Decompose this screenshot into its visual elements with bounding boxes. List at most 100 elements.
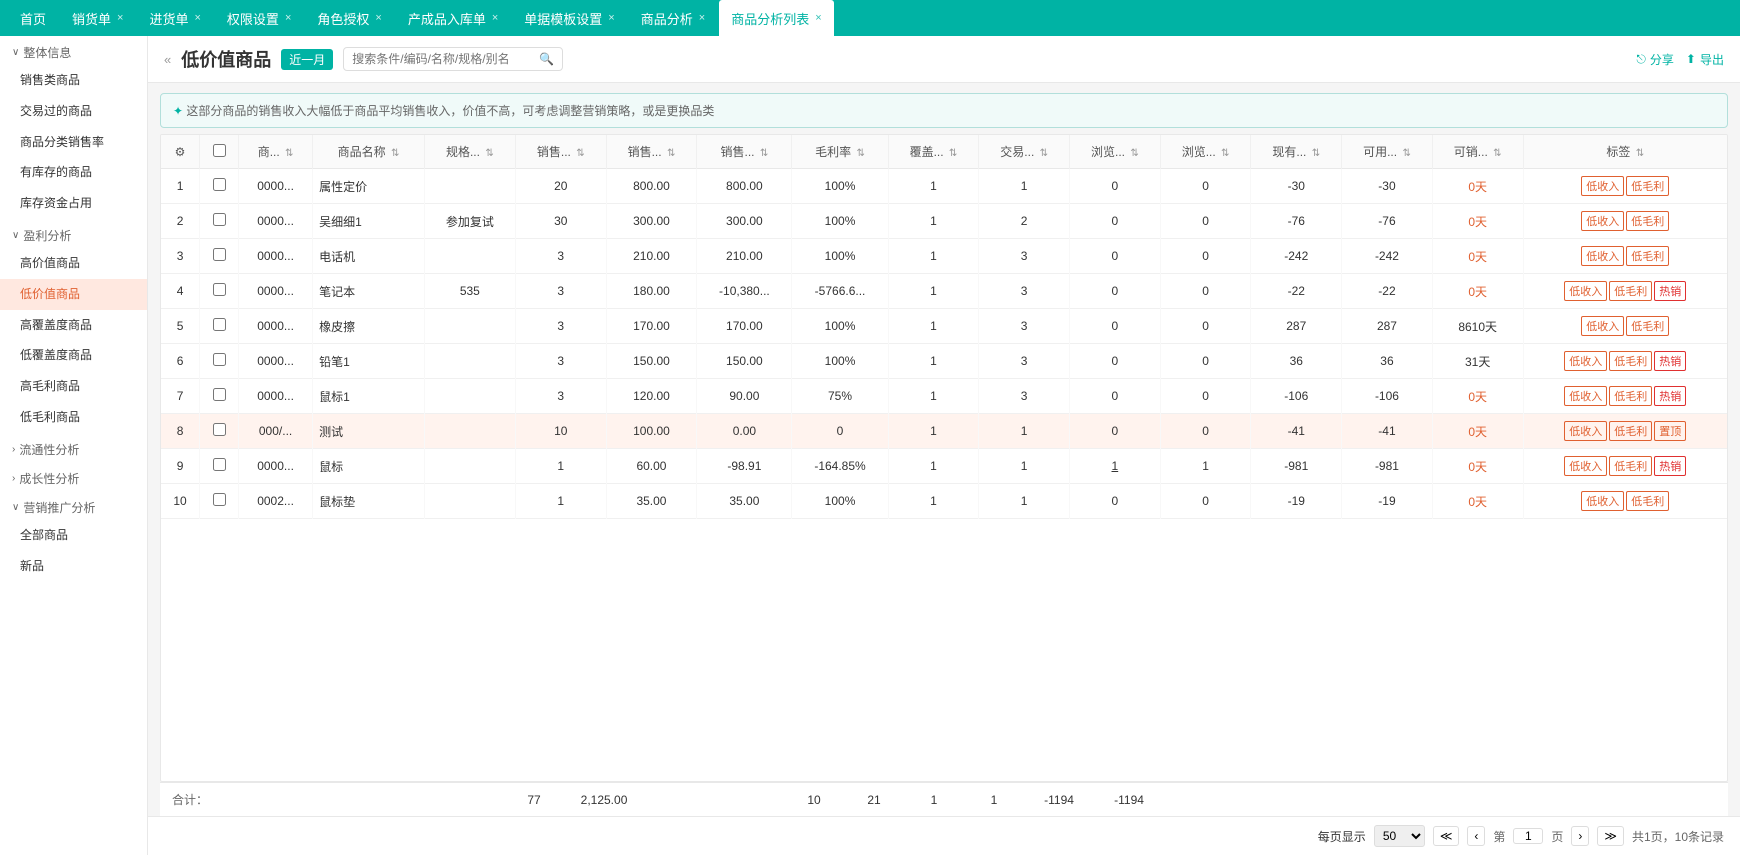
nav-template[interactable]: 单据模板设置 × (512, 0, 626, 36)
search-icon[interactable]: 🔍 (539, 52, 554, 66)
sidebar-item-low-value[interactable]: 低价值商品 (0, 279, 147, 310)
cell-checkbox[interactable] (200, 449, 239, 484)
close-icon[interactable]: × (608, 12, 614, 24)
sidebar-group-profit[interactable]: ∨ 盈利分析 (0, 219, 147, 248)
cell-checkbox[interactable] (200, 484, 239, 519)
sidebar-group-overview[interactable]: ∨ 整体信息 (0, 36, 147, 65)
col-coverage[interactable]: 覆盖... ⇅ (888, 135, 979, 169)
cell-checkbox[interactable] (200, 239, 239, 274)
col-saleable[interactable]: 可销... ⇅ (1432, 135, 1523, 169)
col-name[interactable]: 商品名称 ⇅ (313, 135, 425, 169)
col-available[interactable]: 可用... ⇅ (1342, 135, 1433, 169)
sidebar-item-low-coverage[interactable]: 低覆盖度商品 (0, 340, 147, 371)
cell-checkbox[interactable] (200, 169, 239, 204)
nav-sales-order[interactable]: 销货单 × (60, 0, 135, 36)
first-page-btn[interactable]: ≪ (1433, 826, 1460, 846)
sidebar-group-growth[interactable]: › 成长性分析 (0, 462, 147, 491)
sidebar-item-high-coverage[interactable]: 高覆盖度商品 (0, 310, 147, 341)
close-icon[interactable]: × (285, 12, 291, 24)
col-current[interactable]: 现有... ⇅ (1251, 135, 1342, 169)
sidebar-item-all-products[interactable]: 全部商品 (0, 520, 147, 551)
sidebar-item-inventory-capital[interactable]: 库存资金占用 (0, 188, 147, 219)
row-checkbox[interactable] (213, 213, 226, 226)
row-checkbox[interactable] (213, 318, 226, 331)
sidebar-item-sales-products[interactable]: 销售类商品 (0, 65, 147, 96)
col-trade[interactable]: 交易... ⇅ (979, 135, 1070, 169)
col-checkbox[interactable] (200, 135, 239, 169)
row-checkbox[interactable] (213, 283, 226, 296)
cell-view1[interactable]: 0 (1070, 484, 1161, 519)
nav-product-analysis[interactable]: 商品分析 × (629, 0, 717, 36)
nav-home[interactable]: 首页 (8, 0, 58, 36)
table-row: 7 0000... 鼠标1 3 120.00 90.00 75% 1 3 0 0… (161, 379, 1727, 414)
sidebar-group-circulation[interactable]: › 流通性分析 (0, 433, 147, 462)
nav-product-analysis-list[interactable]: 商品分析列表 × (719, 0, 833, 36)
cell-view1[interactable]: 0 (1070, 204, 1161, 239)
nav-purchase-order[interactable]: 进货单 × (137, 0, 212, 36)
close-icon[interactable]: × (375, 12, 381, 24)
cell-view1[interactable]: 0 (1070, 274, 1161, 309)
cell-view1[interactable]: 0 (1070, 414, 1161, 449)
row-checkbox[interactable] (213, 388, 226, 401)
col-margin[interactable]: 毛利率 ⇅ (792, 135, 888, 169)
col-sale-amt2[interactable]: 销售... ⇅ (697, 135, 792, 169)
col-view2[interactable]: 浏览... ⇅ (1160, 135, 1251, 169)
col-code[interactable]: 商... ⇅ (238, 135, 312, 169)
col-settings[interactable]: ⚙ (161, 135, 200, 169)
row-checkbox[interactable] (213, 493, 226, 506)
table-container[interactable]: ⚙ 商... ⇅ 商品名称 ⇅ 规格... ⇅ 销售... ⇅ 销售... ⇅ … (160, 134, 1728, 782)
close-icon[interactable]: × (815, 12, 821, 24)
page-size-select[interactable]: 50 100 200 (1374, 825, 1425, 847)
col-sale-qty[interactable]: 销售... ⇅ (515, 135, 606, 169)
cell-checkbox[interactable] (200, 204, 239, 239)
select-all-checkbox[interactable] (213, 144, 226, 157)
sidebar-item-high-margin[interactable]: 高毛利商品 (0, 371, 147, 402)
cell-view1[interactable]: 1 (1070, 449, 1161, 484)
sidebar-item-traded-products[interactable]: 交易过的商品 (0, 96, 147, 127)
cell-view1[interactable]: 0 (1070, 239, 1161, 274)
filter-tag[interactable]: 近一月 (281, 49, 333, 70)
row-checkbox[interactable] (213, 458, 226, 471)
col-view1[interactable]: 浏览... ⇅ (1070, 135, 1161, 169)
close-icon[interactable]: × (117, 12, 123, 24)
share-button[interactable]: ⎋ 分享 (1636, 51, 1674, 68)
col-tags[interactable]: 标签 ⇅ (1523, 135, 1727, 169)
cell-view1[interactable]: 0 (1070, 344, 1161, 379)
page-number-input[interactable] (1513, 828, 1543, 844)
close-icon[interactable]: × (699, 12, 705, 24)
row-checkbox[interactable] (213, 423, 226, 436)
cell-sale-amt: 60.00 (606, 449, 697, 484)
cell-checkbox[interactable] (200, 414, 239, 449)
sidebar-item-high-value[interactable]: 高价值商品 (0, 248, 147, 279)
nav-product-in[interactable]: 产成品入库单 × (396, 0, 510, 36)
row-checkbox[interactable] (213, 248, 226, 261)
sidebar-item-low-margin[interactable]: 低毛利商品 (0, 402, 147, 433)
export-button[interactable]: ⬆ 导出 (1686, 51, 1724, 68)
row-checkbox[interactable] (213, 353, 226, 366)
next-page-btn[interactable]: › (1571, 826, 1589, 846)
sidebar-item-category-sales-rate[interactable]: 商品分类销售率 (0, 127, 147, 158)
sidebar-group-marketing[interactable]: ∨ 营销推广分析 (0, 491, 147, 520)
cell-margin: 100% (792, 204, 888, 239)
cell-checkbox[interactable] (200, 274, 239, 309)
nav-permission[interactable]: 权限设置 × (215, 0, 303, 36)
cell-checkbox[interactable] (200, 379, 239, 414)
close-icon[interactable]: × (194, 12, 200, 24)
col-spec[interactable]: 规格... ⇅ (424, 135, 515, 169)
sidebar-item-stock-products[interactable]: 有库存的商品 (0, 157, 147, 188)
nav-role-auth[interactable]: 角色授权 × (305, 0, 393, 36)
prev-page-btn[interactable]: ‹ (1467, 826, 1485, 846)
row-checkbox[interactable] (213, 178, 226, 191)
chevron-down-icon: ∨ (12, 502, 19, 513)
cell-checkbox[interactable] (200, 344, 239, 379)
last-page-btn[interactable]: ≫ (1597, 826, 1624, 846)
cell-view1[interactable]: 0 (1070, 309, 1161, 344)
sidebar-collapse-btn[interactable]: « (164, 52, 171, 67)
cell-view1[interactable]: 0 (1070, 169, 1161, 204)
search-input[interactable] (352, 52, 535, 66)
cell-view1[interactable]: 0 (1070, 379, 1161, 414)
col-sale-amt[interactable]: 销售... ⇅ (606, 135, 697, 169)
close-icon[interactable]: × (492, 12, 498, 24)
cell-checkbox[interactable] (200, 309, 239, 344)
sidebar-item-new-products[interactable]: 新品 (0, 551, 147, 582)
